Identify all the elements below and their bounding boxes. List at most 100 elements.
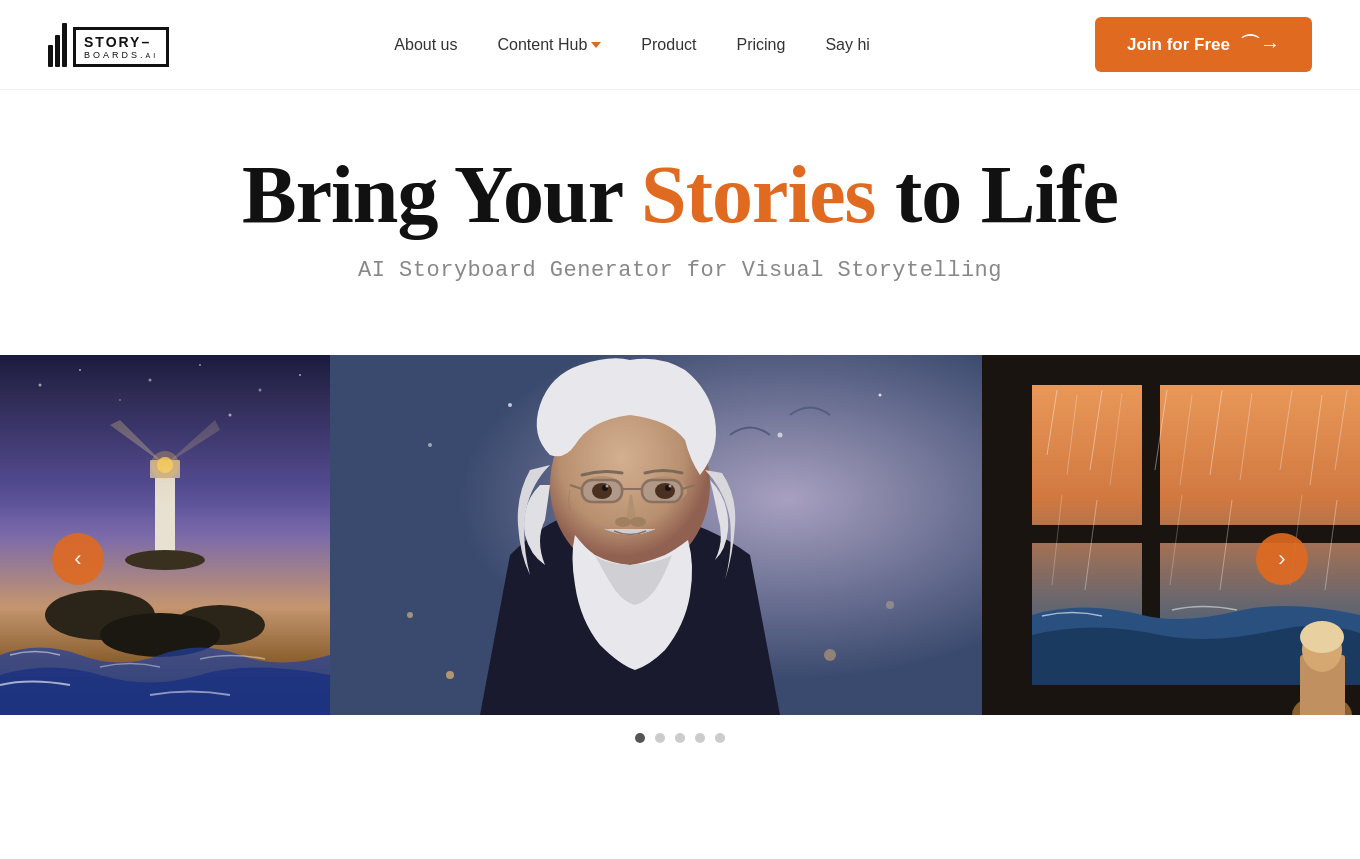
svg-point-38 <box>824 649 836 661</box>
svg-point-70 <box>1302 628 1342 672</box>
logo-icon: STORY– BOARDS.AI <box>48 23 169 67</box>
old-man-scene-svg <box>330 355 982 715</box>
svg-point-7 <box>229 414 232 417</box>
carousel-dot-2[interactable] <box>655 733 665 743</box>
svg-point-5 <box>299 374 301 376</box>
hero-title-highlight: Stories <box>641 149 875 240</box>
svg-point-42 <box>778 433 783 438</box>
svg-point-16 <box>175 605 265 645</box>
svg-point-71 <box>1300 621 1344 653</box>
carousel-dot-4[interactable] <box>695 733 705 743</box>
svg-marker-10 <box>110 420 165 465</box>
svg-point-6 <box>119 399 121 401</box>
svg-line-58 <box>1240 393 1252 480</box>
rain-window-scene-svg <box>982 355 1360 715</box>
svg-point-37 <box>446 671 454 679</box>
nav-item-about[interactable]: About us <box>394 36 457 54</box>
svg-line-57 <box>1210 390 1222 475</box>
svg-point-36 <box>630 517 646 527</box>
svg-line-56 <box>1180 395 1192 485</box>
nav-link-about[interactable]: About us <box>394 36 457 53</box>
svg-rect-69 <box>1300 655 1345 715</box>
nav-item-content-hub[interactable]: Content Hub <box>497 36 601 54</box>
carousel-slide-rain-window <box>982 355 1360 715</box>
svg-point-34 <box>669 485 672 488</box>
svg-point-4 <box>259 389 262 392</box>
hero-section: Bring Your Stories to Life AI Storyboard… <box>0 90 1360 323</box>
logo-bar-1 <box>48 45 53 67</box>
lighthouse-scene-svg <box>0 355 330 715</box>
svg-rect-24 <box>582 480 622 502</box>
svg-line-51 <box>1047 390 1057 455</box>
carousel-prev-icon: ‹ <box>74 546 81 572</box>
svg-rect-45 <box>982 355 1360 715</box>
logo-text-top: STORY– <box>84 34 158 50</box>
svg-point-40 <box>886 601 894 609</box>
svg-point-3 <box>199 364 201 366</box>
svg-line-60 <box>1310 395 1322 485</box>
svg-point-44 <box>428 443 432 447</box>
svg-rect-49 <box>1142 385 1160 685</box>
svg-point-22 <box>580 476 624 504</box>
navbar: STORY– BOARDS.AI About us Content Hub Pr… <box>0 0 1360 90</box>
hero-title: Bring Your Stories to Life <box>20 150 1340 240</box>
arrow-squiggle-icon: ⌒→ <box>1240 31 1280 58</box>
nav-link-content-hub[interactable]: Content Hub <box>497 36 601 54</box>
svg-line-53 <box>1090 390 1102 470</box>
svg-marker-11 <box>165 420 220 465</box>
hero-title-part2: to Life <box>876 149 1118 240</box>
nav-link-pricing[interactable]: Pricing <box>736 36 785 53</box>
svg-point-33 <box>606 485 609 488</box>
svg-line-28 <box>682 485 695 489</box>
svg-point-13 <box>151 451 179 479</box>
nav-item-pricing[interactable]: Pricing <box>736 36 785 54</box>
svg-rect-8 <box>155 475 175 555</box>
logo-box: STORY– BOARDS.AI <box>73 27 169 67</box>
join-free-button[interactable]: Join for Free ⌒→ <box>1095 17 1312 72</box>
svg-point-0 <box>39 384 42 387</box>
svg-point-35 <box>615 517 631 527</box>
svg-line-54 <box>1110 393 1122 485</box>
nav-link-say-hi[interactable]: Say hi <box>825 36 869 53</box>
svg-line-65 <box>1220 500 1232 590</box>
svg-point-20 <box>585 510 675 580</box>
svg-rect-48 <box>982 685 1360 715</box>
carousel-next-icon: › <box>1278 546 1285 572</box>
carousel-dot-1[interactable] <box>635 733 645 743</box>
logo-bar-2 <box>55 35 60 67</box>
carousel-prev-button[interactable]: ‹ <box>52 533 104 585</box>
svg-line-59 <box>1280 390 1292 470</box>
svg-rect-9 <box>150 460 180 478</box>
logo-bar-3 <box>62 23 67 67</box>
svg-point-17 <box>100 613 220 657</box>
svg-point-1 <box>79 369 81 371</box>
carousel-next-button[interactable]: › <box>1256 533 1308 585</box>
svg-point-41 <box>508 403 512 407</box>
svg-rect-19 <box>330 355 982 715</box>
svg-point-14 <box>125 550 205 570</box>
svg-line-63 <box>1085 500 1097 590</box>
hero-subtitle: AI Storyboard Generator for Visual Story… <box>20 258 1340 283</box>
hero-title-part1: Bring Your <box>242 149 641 240</box>
svg-point-2 <box>149 379 152 382</box>
svg-rect-47 <box>982 355 1360 385</box>
svg-point-29 <box>592 483 612 499</box>
carousel-dot-3[interactable] <box>675 733 685 743</box>
svg-line-27 <box>570 485 582 489</box>
nav-link-product[interactable]: Product <box>641 36 696 53</box>
svg-line-55 <box>1155 390 1167 470</box>
logo-text-bottom: BOARDS.AI <box>84 50 158 60</box>
svg-point-68 <box>1292 695 1352 715</box>
svg-line-67 <box>1325 500 1337 590</box>
nav-item-say-hi[interactable]: Say hi <box>825 36 869 54</box>
svg-point-23 <box>643 476 687 504</box>
svg-point-21 <box>550 395 710 575</box>
svg-point-30 <box>655 483 675 499</box>
svg-line-61 <box>1335 390 1347 470</box>
carousel-dot-5[interactable] <box>715 733 725 743</box>
chevron-down-icon <box>591 42 601 48</box>
nav-links: About us Content Hub Product Pricing Say… <box>394 36 870 54</box>
svg-point-39 <box>407 612 413 618</box>
logo[interactable]: STORY– BOARDS.AI <box>48 23 169 67</box>
nav-item-product[interactable]: Product <box>641 36 696 54</box>
